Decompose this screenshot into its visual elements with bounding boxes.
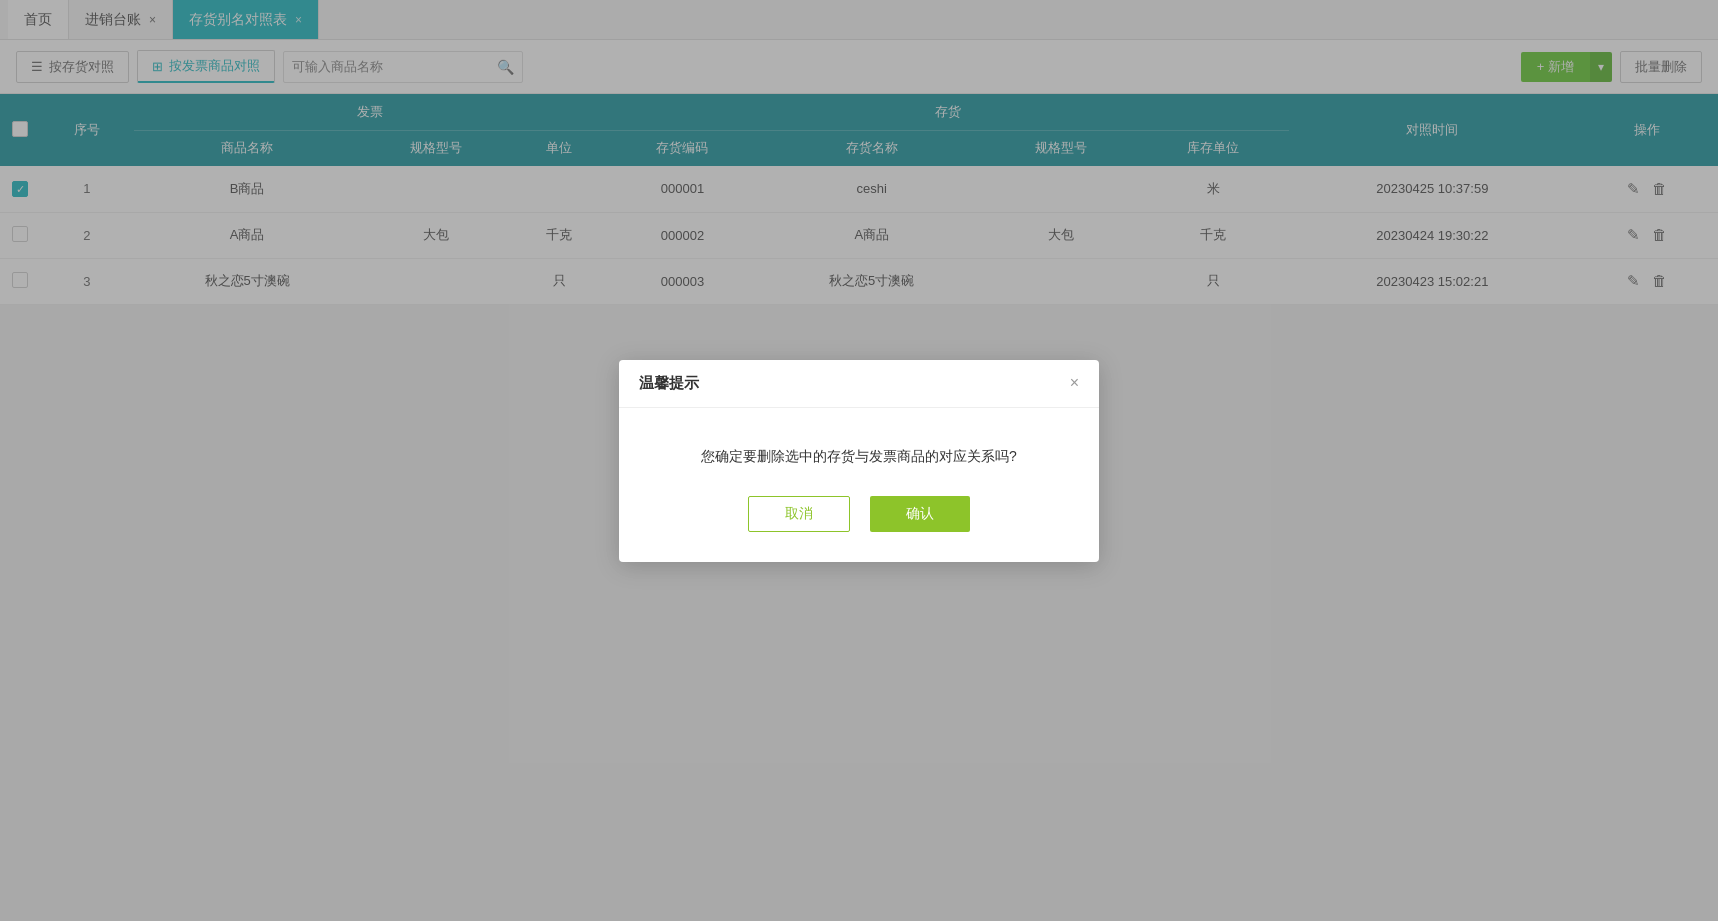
dialog-overlay: 温馨提示 × 您确定要删除选中的存货与发票商品的对应关系吗? 取消 确认 — [0, 0, 1718, 305]
